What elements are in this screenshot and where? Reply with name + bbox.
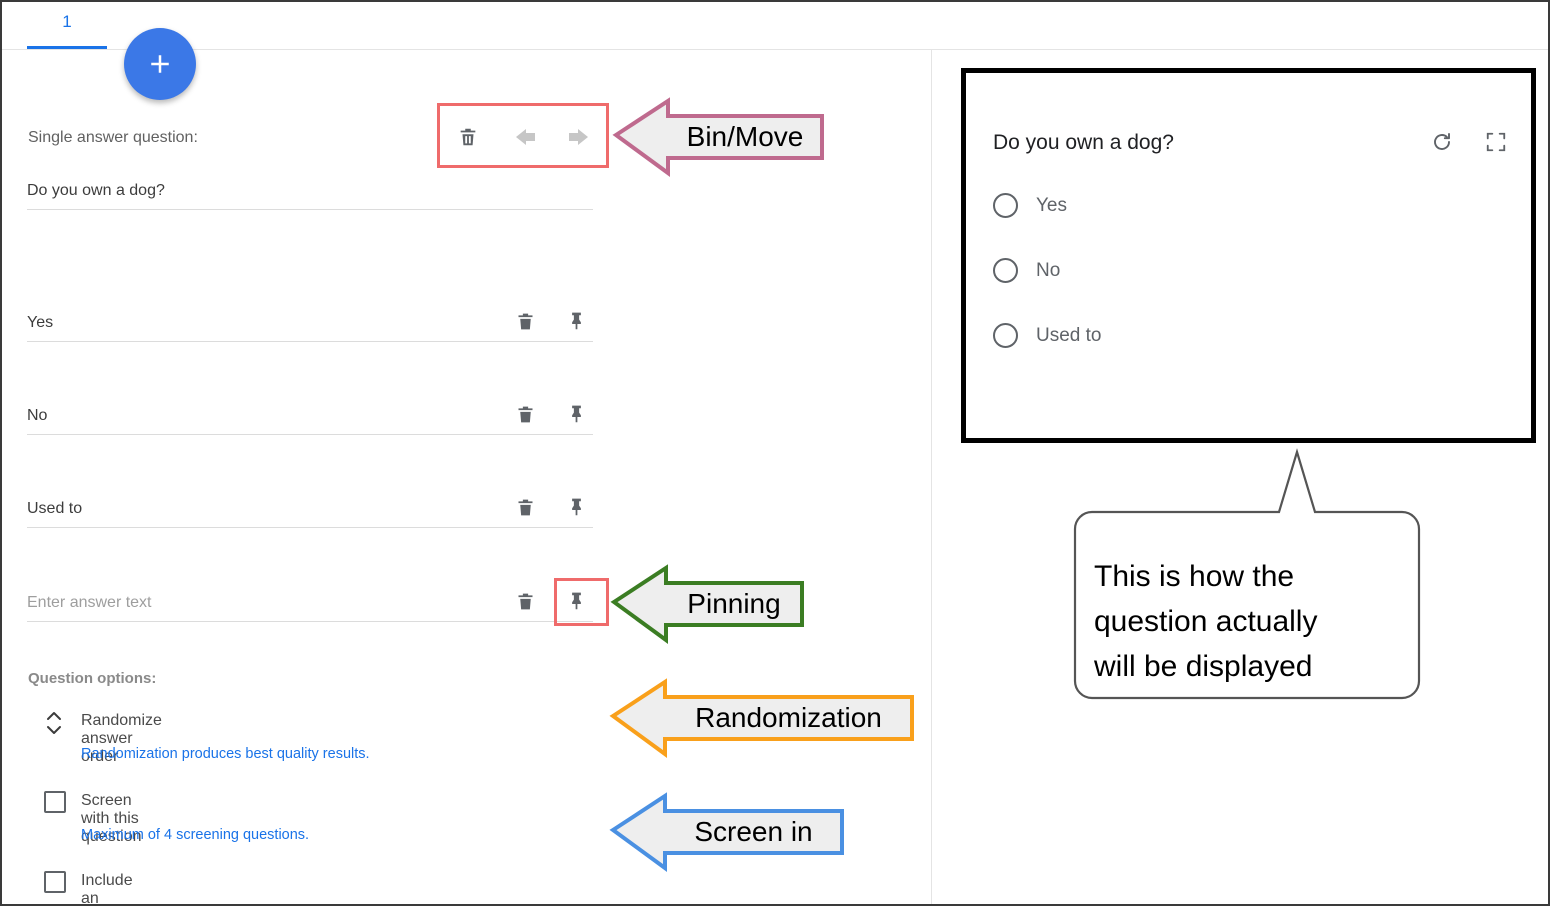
tab-question-1-label: 1 (62, 12, 72, 31)
trash-icon (515, 404, 536, 425)
question-options-title: Question options: (28, 670, 157, 687)
tab-question-1[interactable]: 1 (27, 7, 107, 49)
option-open-ended-checkbox[interactable] (44, 871, 66, 893)
option-screen-with-question-checkbox[interactable] (44, 791, 66, 813)
option-open-ended-label: Include an open-ended text field (81, 872, 133, 906)
question-text-value: Do you own a dog? (27, 182, 165, 199)
answer-value-3: Used to (27, 500, 83, 517)
delete-answer-button-2[interactable] (512, 401, 538, 427)
trash-icon (515, 591, 536, 612)
question-editor-panel: Single answer question: Do you own a dog… (2, 50, 931, 904)
preview-question-text: Do you own a dog? (993, 131, 1174, 154)
question-tab-bar: 1 (2, 2, 1548, 50)
panel-divider (931, 50, 932, 904)
pin-icon (566, 310, 587, 331)
preview-choice-3[interactable]: Used to (993, 323, 1101, 348)
fullscreen-icon[interactable] (1483, 129, 1509, 155)
pin-answer-button-2[interactable] (563, 400, 589, 426)
question-text-input[interactable]: Do you own a dog? (27, 176, 593, 210)
preview-toolbar (1429, 129, 1509, 155)
pin-icon (566, 403, 587, 424)
swap-vertical-icon (45, 710, 63, 741)
option-screen-help[interactable]: Maximum of 4 screening questions. (81, 827, 309, 843)
answer-input-3[interactable]: Used to (27, 494, 593, 528)
randomization-label: Randomization (695, 702, 882, 733)
preview-choice-3-label: Used to (1036, 324, 1102, 346)
pin-answer-button-3[interactable] (563, 493, 589, 519)
radio-icon (993, 258, 1018, 283)
preview-choice-1[interactable]: Yes (993, 193, 1067, 218)
radio-icon (993, 323, 1018, 348)
trash-icon (515, 311, 536, 332)
preview-choice-2-label: No (1036, 259, 1061, 281)
plus-icon (145, 49, 175, 79)
pin-icon (566, 496, 587, 517)
callout-line-3: will be displayed (1094, 650, 1313, 683)
radio-icon (993, 193, 1018, 218)
pinning-label: Pinning (687, 588, 781, 619)
screen-in-label: Screen in (694, 816, 813, 847)
delete-answer-button-1[interactable] (512, 308, 538, 334)
bin-move-label: Bin/Move (686, 121, 804, 152)
new-answer-input[interactable]: Enter answer text (27, 588, 593, 622)
delete-answer-button-3[interactable] (512, 494, 538, 520)
delete-new-answer-button[interactable] (512, 588, 538, 614)
new-answer-placeholder: Enter answer text (27, 594, 152, 611)
bin-move-highlight-box (437, 103, 609, 168)
pin-answer-button-1[interactable] (563, 307, 589, 333)
trash-icon (515, 497, 536, 518)
tab-active-indicator (27, 46, 107, 49)
answer-value-1: Yes (27, 314, 54, 331)
add-question-button[interactable] (124, 28, 196, 100)
preview-choice-2[interactable]: No (993, 258, 1060, 283)
callout-line-1: This is how the (1094, 560, 1295, 593)
annotated-survey-editor-screenshot: 1 Single answer question: Do you own a d… (0, 0, 1550, 906)
option-randomize-help[interactable]: Randomization produces best quality resu… (81, 746, 370, 762)
pinning-highlight-box (554, 578, 609, 626)
callout-line-2: question actually (1094, 605, 1318, 638)
question-preview-box: Do you own a dog? Yes No Used to (961, 68, 1536, 443)
refresh-icon[interactable] (1429, 129, 1455, 155)
answer-input-2[interactable]: No (27, 401, 593, 435)
answer-input-1[interactable]: Yes (27, 308, 593, 342)
answer-value-2: No (27, 407, 48, 424)
preview-choice-1-label: Yes (1036, 194, 1067, 216)
question-type-label: Single answer question: (28, 129, 198, 146)
